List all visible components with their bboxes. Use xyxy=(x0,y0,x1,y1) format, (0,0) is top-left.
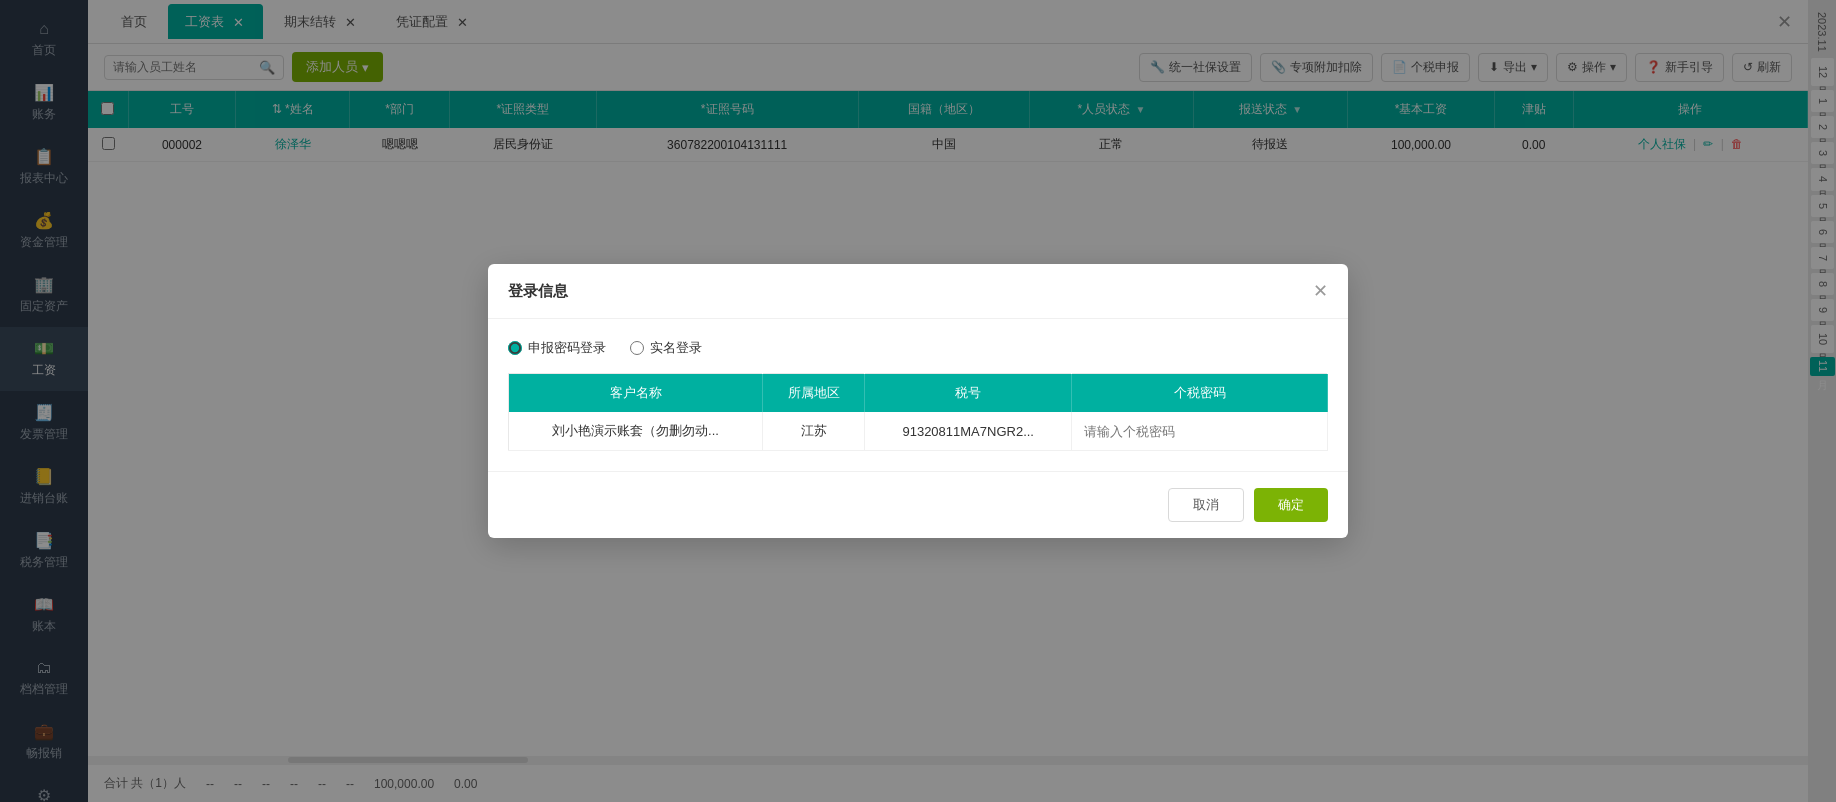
modal-footer: 取消 确定 xyxy=(488,471,1348,538)
radio-password-login[interactable]: 申报密码登录 xyxy=(508,339,606,357)
cell-tax-password[interactable] xyxy=(1072,412,1328,451)
client-table-row: 刘小艳演示账套（勿删勿动... 江苏 91320811MA7NGR2... xyxy=(509,412,1328,451)
login-info-modal: 登录信息 ✕ 申报密码登录 实名登录 客户名称 所属地区 xyxy=(488,264,1348,538)
cell-client-name: 刘小艳演示账套（勿删勿动... xyxy=(509,412,763,451)
client-table: 客户名称 所属地区 税号 个税密码 刘小艳演示账套（勿删勿动... 江苏 913… xyxy=(508,373,1328,451)
modal-body: 申报密码登录 实名登录 客户名称 所属地区 税号 个税密码 xyxy=(488,319,1348,471)
radio-realname-input[interactable] xyxy=(630,341,644,355)
tax-password-input[interactable] xyxy=(1084,424,1315,439)
col-client-name: 客户名称 xyxy=(509,374,763,413)
confirm-button[interactable]: 确定 xyxy=(1254,488,1328,522)
radio-realname-login[interactable]: 实名登录 xyxy=(630,339,702,357)
col-region: 所属地区 xyxy=(763,374,865,413)
login-type-radio-group: 申报密码登录 实名登录 xyxy=(508,339,1328,357)
col-tax-number: 税号 xyxy=(865,374,1072,413)
cell-tax-number: 91320811MA7NGR2... xyxy=(865,412,1072,451)
radio-password-input[interactable] xyxy=(508,341,522,355)
cancel-button[interactable]: 取消 xyxy=(1168,488,1244,522)
modal-overlay: 登录信息 ✕ 申报密码登录 实名登录 客户名称 所属地区 xyxy=(0,0,1836,802)
modal-close-button[interactable]: ✕ xyxy=(1313,280,1328,302)
modal-title: 登录信息 xyxy=(508,282,568,301)
cell-region: 江苏 xyxy=(763,412,865,451)
modal-header: 登录信息 ✕ xyxy=(488,264,1348,319)
col-tax-password: 个税密码 xyxy=(1072,374,1328,413)
